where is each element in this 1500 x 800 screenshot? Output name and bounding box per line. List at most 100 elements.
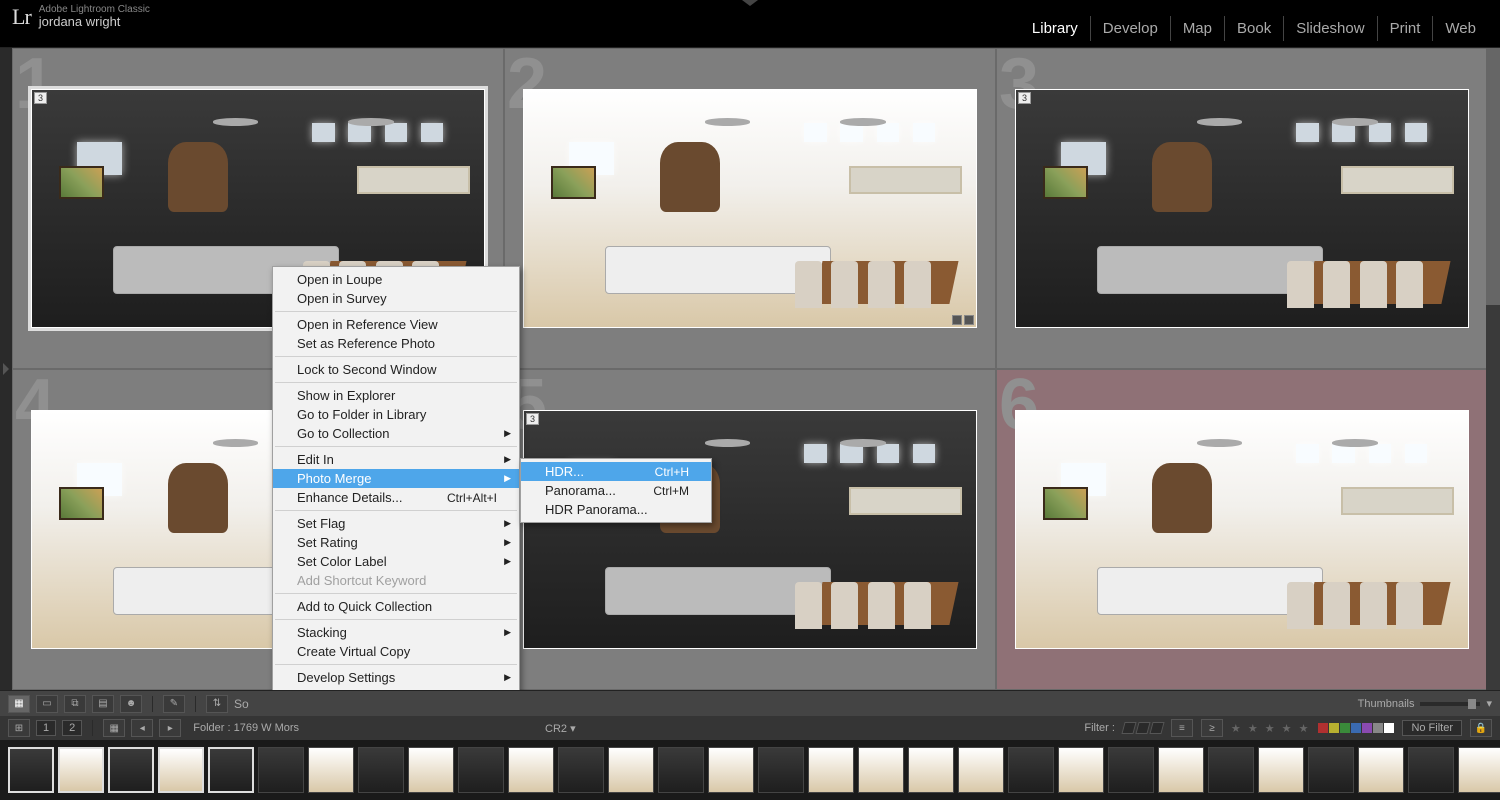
menu-item[interactable]: Set Rating▶ [273,533,519,552]
filter-preset[interactable]: No Filter [1402,720,1462,736]
filmstrip-thumb[interactable] [908,747,954,793]
thumbnail-size-slider[interactable] [1420,702,1480,706]
filmstrip-thumb[interactable] [758,747,804,793]
filter-equal[interactable]: ≡ [1171,719,1193,737]
filmstrip-thumb[interactable] [858,747,904,793]
people-view-button[interactable]: ☻ [120,695,142,713]
filmstrip-thumb[interactable] [208,747,254,793]
submenu-item[interactable]: HDR...Ctrl+H [521,462,711,481]
menu-item[interactable]: Open in Survey [273,289,519,308]
filmstrip-thumb[interactable] [458,747,504,793]
filmstrip-thumb[interactable] [358,747,404,793]
menu-item[interactable]: Set as Reference Photo [273,334,519,353]
filmstrip-thumb[interactable] [1458,747,1500,793]
filmstrip-thumb[interactable] [508,747,554,793]
submenu-item[interactable]: Panorama...Ctrl+M [521,481,711,500]
filmstrip-thumb[interactable] [1058,747,1104,793]
filmstrip-thumb[interactable] [108,747,154,793]
toolbar-options-icon[interactable]: ▾ [1486,697,1492,710]
filmstrip-thumb[interactable] [1308,747,1354,793]
menu-item[interactable]: Stacking▶ [273,623,519,642]
filmstrip-thumb[interactable] [958,747,1004,793]
filmstrip-thumb[interactable] [1408,747,1454,793]
module-print[interactable]: Print [1378,16,1434,41]
nav-back-icon[interactable]: ◂ [131,719,153,737]
grid-thumbnail[interactable]: 3 [1015,89,1469,328]
panel-collapse-grip[interactable] [742,0,758,6]
filmstrip-thumb[interactable] [1008,747,1054,793]
module-library[interactable]: Library [1020,16,1091,41]
module-book[interactable]: Book [1225,16,1284,41]
menu-item[interactable]: Create Virtual Copy [273,642,519,661]
flag-filters[interactable] [1123,722,1163,734]
menu-item[interactable]: Develop Settings▶ [273,668,519,687]
grid-view-button[interactable]: ▦ [8,695,30,713]
context-menu: Open in LoupeOpen in Survey Open in Refer… [272,266,520,690]
filmstrip-thumb[interactable] [708,747,754,793]
filmstrip-thumb[interactable] [1158,747,1204,793]
survey-view-button[interactable]: ▤ [92,695,114,713]
filmstrip-thumb[interactable] [608,747,654,793]
filmstrip-thumb[interactable] [258,747,304,793]
menu-item[interactable]: Open in Loupe [273,270,519,289]
grid-cell[interactable]: 53 [504,369,996,690]
thumbnail-grid: 132334536 [12,48,1488,690]
painter-tool[interactable]: ✎ [163,695,185,713]
menu-item[interactable]: Add to Quick Collection [273,597,519,616]
menu-item[interactable]: Set Color Label▶ [273,552,519,571]
filter-gte[interactable]: ≥ [1201,719,1223,737]
menu-item[interactable]: Enhance Details...Ctrl+Alt+I [273,488,519,507]
menu-item[interactable]: Show in Explorer [273,386,519,405]
menu-item[interactable]: Set Flag▶ [273,514,519,533]
menu-item[interactable]: Photo Merge▶ [273,469,519,488]
menu-item[interactable]: Lock to Second Window [273,360,519,379]
second-window-indicator[interactable]: 2 [62,720,82,736]
module-map[interactable]: Map [1171,16,1225,41]
menu-item[interactable]: Metadata Presets▶ [273,687,519,690]
filmstrip-thumb[interactable] [408,747,454,793]
module-web[interactable]: Web [1433,16,1488,41]
menu-item[interactable]: Edit In▶ [273,450,519,469]
grid-thumbnail[interactable]: 3 [523,410,977,649]
filmstrip-thumb[interactable] [58,747,104,793]
module-develop[interactable]: Develop [1091,16,1171,41]
photo-merge-submenu: HDR...Ctrl+HPanorama...Ctrl+MHDR Panoram… [520,458,712,523]
module-slideshow[interactable]: Slideshow [1284,16,1377,41]
menu-item[interactable]: Open in Reference View [273,315,519,334]
left-panel-toggle[interactable] [0,48,12,690]
submenu-item[interactable]: HDR Panorama... [521,500,711,519]
filter-label: Filter : [1084,722,1115,734]
grid-thumbnail[interactable] [523,89,977,328]
filmstrip-thumb[interactable] [558,747,604,793]
grid-scrollbar[interactable] [1486,48,1500,690]
color-label-filter[interactable] [1318,723,1394,733]
filmstrip-thumb[interactable] [658,747,704,793]
filmstrip-thumb[interactable] [1358,747,1404,793]
filter-lock-icon[interactable]: 🔒 [1470,719,1492,737]
filmstrip-thumb[interactable] [1108,747,1154,793]
filmstrip [0,740,1500,800]
filmstrip-thumb[interactable] [308,747,354,793]
filmstrip-thumb[interactable] [158,747,204,793]
user-name: jordana wright [39,15,150,29]
sort-direction[interactable]: ⇅ [206,695,228,713]
menu-item: Add Shortcut Keyword [273,571,519,590]
grid-cell[interactable]: 6 [996,369,1488,690]
loupe-view-button[interactable]: ▭ [36,695,58,713]
filmstrip-thumb[interactable] [1258,747,1304,793]
rating-filter[interactable]: ★ ★ ★ ★ ★ [1231,722,1311,735]
filmstrip-thumb[interactable] [808,747,854,793]
grid-cell[interactable]: 33 [996,48,1488,369]
thumbnail-badges [952,315,974,325]
secondary-display-button[interactable]: ⊞ [8,719,30,737]
grid-thumbnail[interactable] [1015,410,1469,649]
grid-small-icon[interactable]: ▦ [103,719,125,737]
menu-item[interactable]: Go to Folder in Library [273,405,519,424]
compare-view-button[interactable]: ⧉ [64,695,86,713]
main-window-indicator[interactable]: 1 [36,720,56,736]
menu-item[interactable]: Go to Collection▶ [273,424,519,443]
filmstrip-thumb[interactable] [8,747,54,793]
filmstrip-thumb[interactable] [1208,747,1254,793]
grid-cell[interactable]: 2 [504,48,996,369]
nav-fwd-icon[interactable]: ▸ [159,719,181,737]
